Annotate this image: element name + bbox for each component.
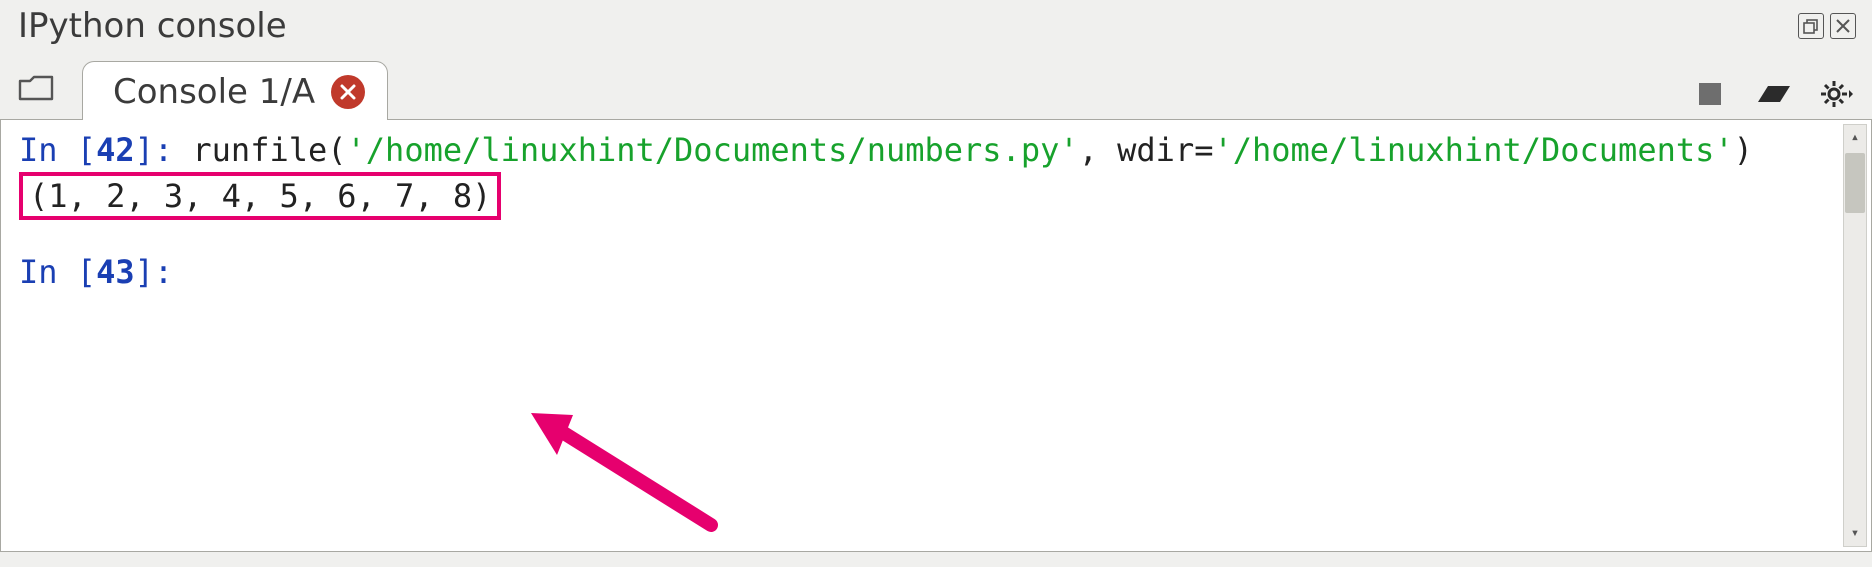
close-panel-icon[interactable] [1830,13,1856,39]
stop-kernel-icon[interactable] [1696,80,1724,108]
input-cell-42: In [42]: runfile('/home/linuxhint/Docume… [19,130,1829,170]
annotation-arrow-icon [521,405,741,545]
close-tab-icon[interactable] [331,75,365,109]
tab-label: Console 1/A [113,72,315,112]
tab-bar: Console 1/A [0,46,1872,120]
input-cell-43: In [43]: [19,252,1829,292]
output-cell-42: (1, 2, 3, 4, 5, 6, 7, 8) [19,170,1829,220]
vertical-scrollbar[interactable]: ▴ ▾ [1843,124,1867,547]
clear-console-icon[interactable] [1752,80,1792,108]
console-output-area[interactable]: In [42]: runfile('/home/linuxhint/Docume… [0,120,1872,552]
browse-tabs-icon[interactable] [18,71,54,105]
scroll-up-icon[interactable]: ▴ [1851,125,1859,151]
panel-title: IPython console [18,6,287,46]
scroll-down-icon[interactable]: ▾ [1851,521,1859,547]
restore-window-icon[interactable] [1798,13,1824,39]
options-gear-icon[interactable] [1820,79,1854,109]
window-controls [1798,13,1856,39]
scroll-thumb[interactable] [1845,153,1865,213]
highlighted-output: (1, 2, 3, 4, 5, 6, 7, 8) [19,172,501,220]
tab-console-1a[interactable]: Console 1/A [82,61,388,121]
